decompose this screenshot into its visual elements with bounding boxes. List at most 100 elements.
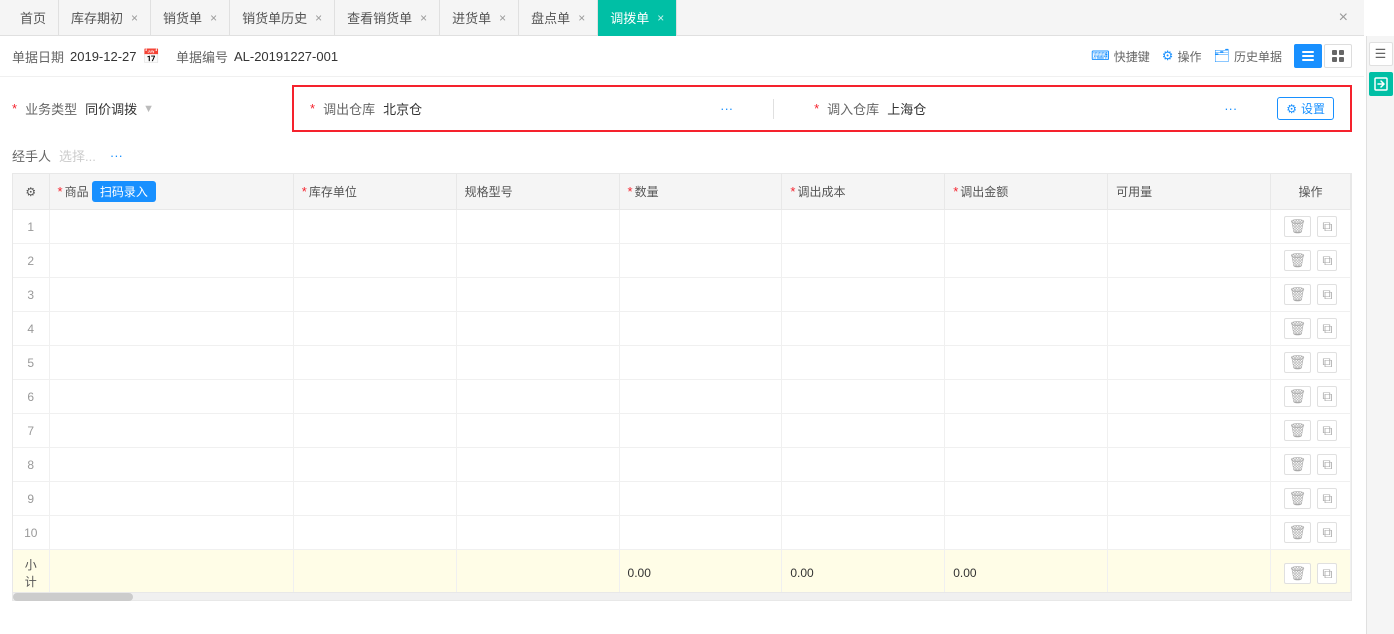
row-copy-3[interactable]: ⧉ xyxy=(1317,284,1337,305)
tab-close-sale-order[interactable]: × xyxy=(210,11,217,25)
row-product-9[interactable] xyxy=(49,482,293,516)
row-unit-2[interactable] xyxy=(293,244,456,278)
row-copy-11[interactable]: ⧉ xyxy=(1317,563,1337,584)
row-qty-10[interactable] xyxy=(619,516,782,550)
row-cost-10[interactable] xyxy=(782,516,945,550)
row-copy-2[interactable]: ⧉ xyxy=(1317,250,1337,271)
row-unit-4[interactable] xyxy=(293,312,456,346)
tab-view-sale[interactable]: 查看销货单 × xyxy=(335,0,440,36)
row-product-5[interactable] xyxy=(49,346,293,380)
tab-purchase[interactable]: 进货单 × xyxy=(440,0,519,36)
row-copy-6[interactable]: ⧉ xyxy=(1317,386,1337,407)
row-delete-1[interactable]: 🗑 xyxy=(1284,216,1312,237)
row-delete-4[interactable]: 🗑 xyxy=(1284,318,1312,339)
row-delete-5[interactable]: 🗑 xyxy=(1284,352,1312,373)
row-qty-2[interactable] xyxy=(619,244,782,278)
row-delete-3[interactable]: 🗑 xyxy=(1284,284,1312,305)
warehouse-in-more[interactable]: ··· xyxy=(1224,101,1237,116)
row-product-1[interactable] xyxy=(49,210,293,244)
tab-close-inventory-init[interactable]: × xyxy=(131,11,138,25)
row-spec-4[interactable] xyxy=(456,312,619,346)
row-amount-9[interactable] xyxy=(945,482,1108,516)
row-unit-7[interactable] xyxy=(293,414,456,448)
row-unit-5[interactable] xyxy=(293,346,456,380)
operate-btn[interactable]: ⚙ 操作 xyxy=(1162,48,1202,65)
row-copy-8[interactable]: ⧉ xyxy=(1317,454,1337,475)
tab-transfer[interactable]: 调拨单 × xyxy=(598,0,677,36)
handler-input[interactable]: 选择... xyxy=(59,146,96,165)
row-amount-8[interactable] xyxy=(945,448,1108,482)
row-spec-9[interactable] xyxy=(456,482,619,516)
row-cost-2[interactable] xyxy=(782,244,945,278)
row-qty-1[interactable] xyxy=(619,210,782,244)
row-product-7[interactable] xyxy=(49,414,293,448)
row-qty-9[interactable] xyxy=(619,482,782,516)
row-copy-7[interactable]: ⧉ xyxy=(1317,420,1337,441)
row-delete-2[interactable]: 🗑 xyxy=(1284,250,1312,271)
row-qty-7[interactable] xyxy=(619,414,782,448)
row-delete-11[interactable]: 🗑 xyxy=(1284,563,1312,584)
row-unit-1[interactable] xyxy=(293,210,456,244)
row-cost-8[interactable] xyxy=(782,448,945,482)
row-product-8[interactable] xyxy=(49,448,293,482)
row-product-4[interactable] xyxy=(49,312,293,346)
scrollbar-thumb[interactable] xyxy=(13,593,133,601)
shortcut-btn[interactable]: ⌨ 快捷键 xyxy=(1091,48,1150,65)
row-cost-3[interactable] xyxy=(782,278,945,312)
row-cost-7[interactable] xyxy=(782,414,945,448)
row-amount-5[interactable] xyxy=(945,346,1108,380)
row-cost-1[interactable] xyxy=(782,210,945,244)
row-spec-6[interactable] xyxy=(456,380,619,414)
tab-close-transfer[interactable]: × xyxy=(657,11,664,25)
handler-more[interactable]: ··· xyxy=(110,148,123,163)
row-delete-7[interactable]: 🗑 xyxy=(1284,420,1312,441)
tab-inventory-init[interactable]: 库存期初 × xyxy=(59,0,151,36)
row-copy-4[interactable]: ⧉ xyxy=(1317,318,1337,339)
row-copy-1[interactable]: ⧉ xyxy=(1317,216,1337,237)
row-spec-3[interactable] xyxy=(456,278,619,312)
row-cost-4[interactable] xyxy=(782,312,945,346)
row-amount-6[interactable] xyxy=(945,380,1108,414)
row-amount-3[interactable] xyxy=(945,278,1108,312)
row-product-3[interactable] xyxy=(49,278,293,312)
tab-sale-order[interactable]: 销货单 × xyxy=(151,0,230,36)
row-qty-8[interactable] xyxy=(619,448,782,482)
history-btn[interactable]: 🗂 历史单据 xyxy=(1213,48,1282,65)
row-cost-9[interactable] xyxy=(782,482,945,516)
sidebar-export-icon[interactable] xyxy=(1369,72,1393,96)
sidebar-list-icon[interactable]: ☰ xyxy=(1369,42,1393,66)
row-copy-5[interactable]: ⧉ xyxy=(1317,352,1337,373)
row-amount-10[interactable] xyxy=(945,516,1108,550)
row-delete-8[interactable]: 🗑 xyxy=(1284,454,1312,475)
row-amount-7[interactable] xyxy=(945,414,1108,448)
row-qty-5[interactable] xyxy=(619,346,782,380)
row-spec-1[interactable] xyxy=(456,210,619,244)
row-product-2[interactable] xyxy=(49,244,293,278)
row-amount-1[interactable] xyxy=(945,210,1108,244)
tab-close-stocktake[interactable]: × xyxy=(578,11,585,25)
row-copy-9[interactable]: ⧉ xyxy=(1317,488,1337,509)
tab-stocktake[interactable]: 盘点单 × xyxy=(519,0,598,36)
row-product-10[interactable] xyxy=(49,516,293,550)
row-unit-8[interactable] xyxy=(293,448,456,482)
window-close-button[interactable]: × xyxy=(1331,9,1356,27)
row-spec-2[interactable] xyxy=(456,244,619,278)
row-amount-2[interactable] xyxy=(945,244,1108,278)
grid-view-btn[interactable] xyxy=(1324,44,1352,68)
row-spec-8[interactable] xyxy=(456,448,619,482)
tab-close-view-sale[interactable]: × xyxy=(420,11,427,25)
row-qty-4[interactable] xyxy=(619,312,782,346)
tab-sale-history[interactable]: 销货单历史 × xyxy=(230,0,335,36)
row-spec-10[interactable] xyxy=(456,516,619,550)
tab-close-sale-history[interactable]: × xyxy=(315,11,322,25)
row-unit-9[interactable] xyxy=(293,482,456,516)
row-delete-6[interactable]: 🗑 xyxy=(1284,386,1312,407)
settings-button[interactable]: ⚙ 设置 xyxy=(1277,97,1334,120)
row-qty-6[interactable] xyxy=(619,380,782,414)
row-copy-10[interactable]: ⧉ xyxy=(1317,522,1337,543)
calendar-icon[interactable]: 📅 xyxy=(143,48,160,65)
row-unit-6[interactable] xyxy=(293,380,456,414)
table-gear-icon[interactable]: ⚙ xyxy=(21,185,41,199)
row-cost-5[interactable] xyxy=(782,346,945,380)
warehouse-out-more[interactable]: ··· xyxy=(720,101,733,116)
